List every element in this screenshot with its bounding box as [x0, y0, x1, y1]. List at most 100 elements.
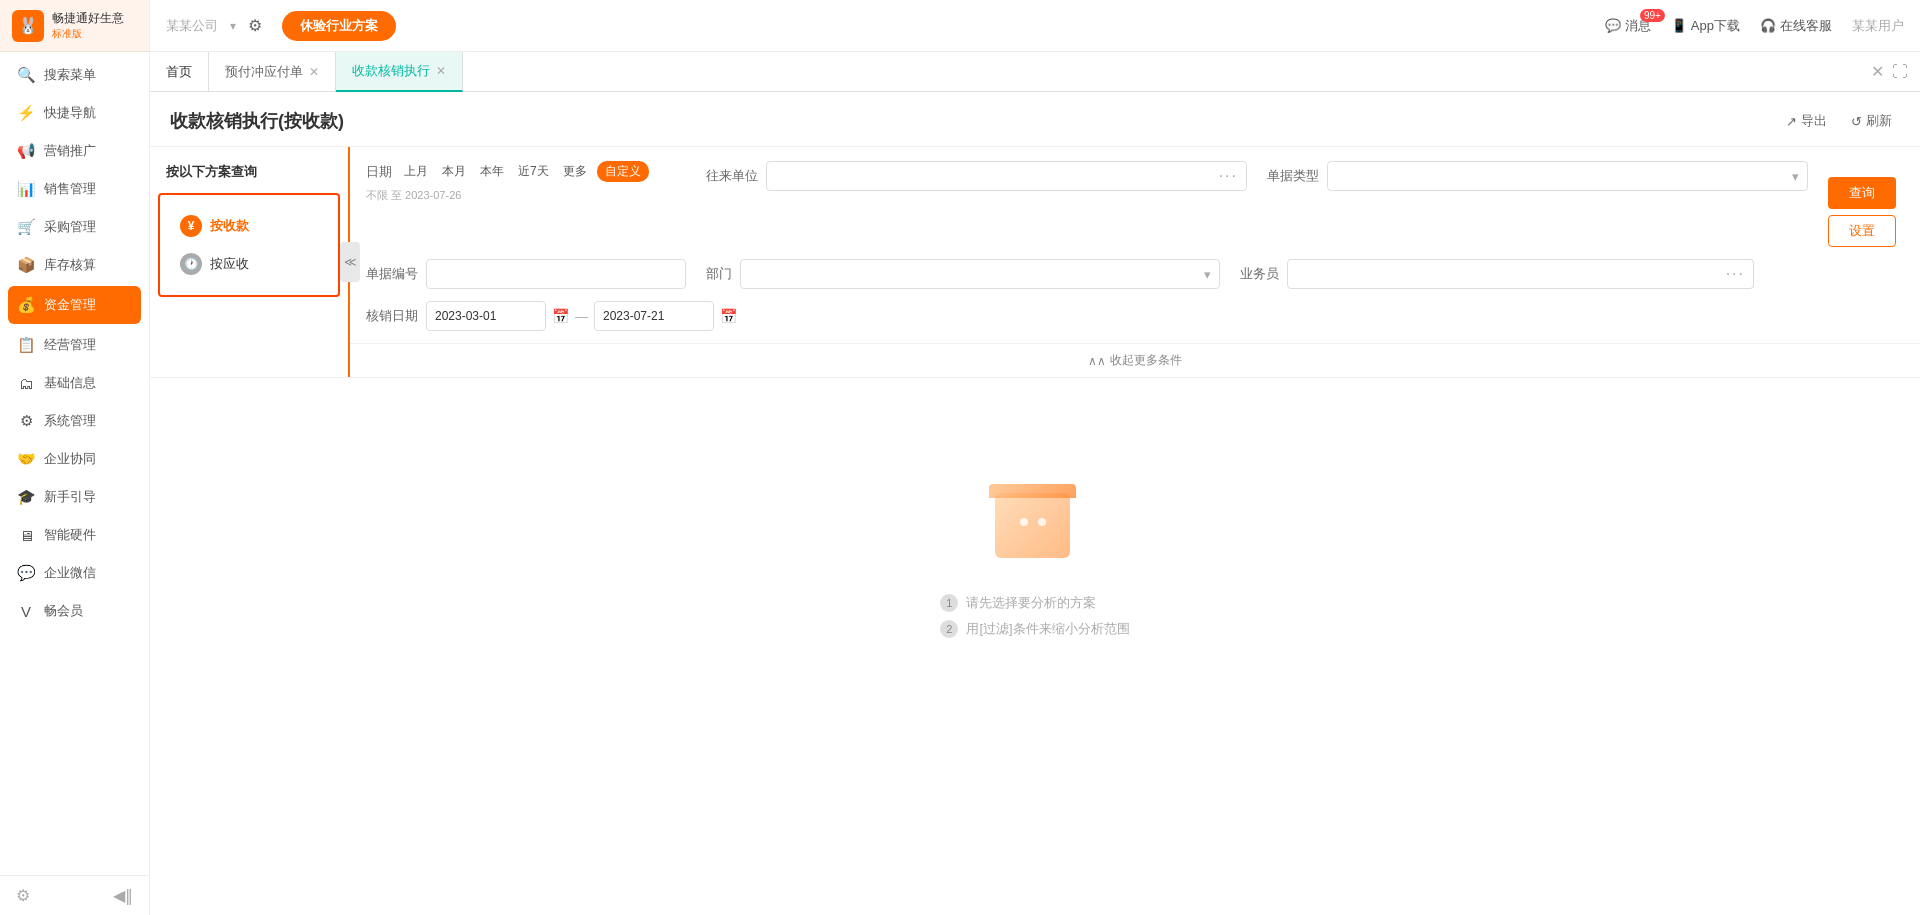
- app-icon: 📱: [1671, 18, 1687, 33]
- sidebar-item-9[interactable]: ⚙系统管理: [0, 402, 149, 440]
- menu-icon-5: 📦: [16, 256, 36, 274]
- logo-icon: 🐰: [12, 10, 44, 42]
- collapse-sidebar-btn[interactable]: ◀‖: [113, 886, 133, 905]
- message-badge: 99+: [1640, 9, 1665, 22]
- empty-state: 1 请先选择要分析的方案 2 用[过滤]条件来缩小分析范围: [150, 378, 1920, 718]
- page: 收款核销执行(按收款) ↗ 导出 ↺ 刷新 按以下方案查询: [150, 92, 1920, 915]
- main-area: 某某公司 ▾ ⚙ 休验行业方案 💬 消息 99+ 📱 App下载 🎧 在线客服 …: [150, 0, 1920, 915]
- menu-label-3: 销售管理: [44, 180, 96, 198]
- query-sidebar-title: 按以下方案查询: [150, 163, 348, 193]
- sidebar-item-4[interactable]: 🛒采购管理: [0, 208, 149, 246]
- topbar: 某某公司 ▾ ⚙ 休验行业方案 💬 消息 99+ 📱 App下载 🎧 在线客服 …: [150, 0, 1920, 52]
- online-service-btn[interactable]: 🎧 在线客服: [1760, 17, 1832, 35]
- menu-icon-6: 💰: [16, 296, 36, 314]
- settings-gear-icon[interactable]: ⚙: [248, 16, 262, 35]
- verify-date-end-calendar-icon[interactable]: 📅: [720, 308, 737, 324]
- sidebar: 🐰 畅捷通好生意 标准版 🔍搜索菜单⚡快捷导航📢营销推广📊销售管理🛒采购管理 📦 库…: [0, 0, 150, 915]
- menu-label-2: 营销推广: [44, 142, 96, 160]
- counterpart-input[interactable]: [775, 162, 1219, 190]
- menu-label-5: 库存核算: [44, 256, 96, 274]
- export-button[interactable]: ↗ 导出: [1778, 108, 1835, 134]
- message-icon: 💬: [1605, 18, 1621, 33]
- logo-sub: 标准版: [52, 27, 124, 41]
- receipt-option-icon: ¥: [180, 215, 202, 237]
- page-actions: ↗ 导出 ↺ 刷新: [1778, 108, 1900, 134]
- company-dropdown-icon[interactable]: ▾: [230, 19, 236, 33]
- query-option-by-receipt[interactable]: ¥ 按收款: [164, 207, 334, 245]
- tab-receipt-close-icon[interactable]: ✕: [436, 64, 446, 78]
- tab-prepay[interactable]: 预付冲应付单 ✕: [209, 52, 336, 92]
- menu-icon-14: V: [16, 603, 36, 620]
- empty-step-2: 2 用[过滤]条件来缩小分析范围: [940, 620, 1129, 638]
- sidebar-item-1[interactable]: ⚡快捷导航: [0, 94, 149, 132]
- close-tab-icon[interactable]: ✕: [1871, 62, 1884, 81]
- menu-icon-13: 💬: [16, 564, 36, 582]
- doc-num-label: 单据编号: [366, 265, 418, 283]
- sidebar-item-8[interactable]: 🗂基础信息: [0, 364, 149, 402]
- refresh-label: 刷新: [1866, 112, 1892, 130]
- query-option-by-receivable[interactable]: 🕐 按应收: [164, 245, 334, 283]
- menu-icon-9: ⚙: [16, 412, 36, 430]
- sidebar-logo: 🐰 畅捷通好生意 标准版: [0, 0, 149, 52]
- empty-texts: 1 请先选择要分析的方案 2 用[过滤]条件来缩小分析范围: [940, 594, 1129, 638]
- service-label: 在线客服: [1780, 17, 1832, 35]
- app-download-btn[interactable]: 📱 App下载: [1671, 17, 1740, 35]
- sidebar-item-6[interactable]: 💰资金管理: [8, 286, 141, 324]
- doc-type-dropdown-icon[interactable]: ▾: [1792, 169, 1799, 184]
- verify-date-label: 核销日期: [366, 307, 418, 325]
- query-area: 按以下方案查询 ¥ 按收款 🕐 按应收 ≪: [150, 147, 1920, 378]
- settings-icon[interactable]: ⚙: [16, 886, 30, 905]
- last-month-btn[interactable]: 上月: [400, 161, 432, 182]
- staff-more-icon[interactable]: ···: [1726, 265, 1745, 283]
- export-label: 导出: [1801, 112, 1827, 130]
- step1-num: 1: [940, 594, 958, 612]
- tab-receipt[interactable]: 收款核销执行 ✕: [336, 52, 463, 92]
- sidebar-item-0[interactable]: 🔍搜索菜单: [0, 56, 149, 94]
- setting-button[interactable]: 设置: [1828, 215, 1896, 247]
- menu-label-12: 智能硬件: [44, 526, 96, 544]
- verify-date-end-input[interactable]: [594, 301, 714, 331]
- last-7days-btn[interactable]: 近7天: [514, 161, 553, 182]
- menu-label-1: 快捷导航: [44, 104, 96, 122]
- menu-icon-11: 🎓: [16, 488, 36, 506]
- solution-button[interactable]: 休验行业方案: [282, 11, 396, 41]
- refresh-button[interactable]: ↺ 刷新: [1843, 108, 1900, 134]
- custom-date-btn[interactable]: 自定义: [597, 161, 649, 182]
- verify-date-range: 📅 — 📅: [426, 301, 737, 331]
- export-icon: ↗: [1786, 114, 1797, 129]
- tab-prepay-close-icon[interactable]: ✕: [309, 65, 319, 79]
- empty-step-1: 1 请先选择要分析的方案: [940, 594, 1129, 612]
- sidebar-item-13[interactable]: 💬企业微信: [0, 554, 149, 592]
- tabbar-actions: ✕ ⛶: [1871, 62, 1920, 81]
- dept-dropdown-icon[interactable]: ▾: [1204, 267, 1211, 282]
- menu-label-11: 新手引导: [44, 488, 96, 506]
- sidebar-item-10[interactable]: 🤝企业协同: [0, 440, 149, 478]
- message-btn[interactable]: 💬 消息 99+: [1605, 17, 1651, 35]
- tab-home-label: 首页: [166, 63, 192, 81]
- expand-tab-icon[interactable]: ⛶: [1892, 63, 1908, 81]
- sidebar-item-14[interactable]: V畅会员: [0, 592, 149, 630]
- this-year-btn[interactable]: 本年: [476, 161, 508, 182]
- more-date-btn[interactable]: 更多: [559, 161, 591, 182]
- collapse-more-btn[interactable]: ∧∧ 收起更多条件: [350, 343, 1920, 377]
- tab-home[interactable]: 首页: [150, 52, 209, 92]
- query-button[interactable]: 查询: [1828, 177, 1896, 209]
- doc-num-input[interactable]: [426, 259, 686, 289]
- receivable-option-label: 按应收: [210, 255, 249, 273]
- menu-label-4: 采购管理: [44, 218, 96, 236]
- sidebar-item-3[interactable]: 📊销售管理: [0, 170, 149, 208]
- query-options-container: ¥ 按收款 🕐 按应收: [158, 193, 340, 297]
- sidebar-item-5[interactable]: 📦 库存核算: [0, 246, 149, 284]
- sidebar-item-12[interactable]: 🖥智能硬件: [0, 516, 149, 554]
- verify-date-start-calendar-icon[interactable]: 📅: [552, 308, 569, 324]
- sidebar-item-2[interactable]: 📢营销推广: [0, 132, 149, 170]
- sidebar-collapse-btn[interactable]: ≪: [340, 242, 360, 282]
- counterpart-more-icon[interactable]: ···: [1219, 167, 1238, 185]
- page-title: 收款核销执行(按收款): [170, 109, 344, 133]
- sidebar-item-7[interactable]: 📋经营管理: [0, 326, 149, 364]
- date-shortcuts: 上月 本月 本年 近7天 更多 自定义: [400, 161, 649, 182]
- sidebar-item-11[interactable]: 🎓 新手引导: [0, 478, 149, 516]
- this-month-btn[interactable]: 本月: [438, 161, 470, 182]
- verify-date-start-input[interactable]: [426, 301, 546, 331]
- counterpart-label: 往来单位: [706, 167, 758, 185]
